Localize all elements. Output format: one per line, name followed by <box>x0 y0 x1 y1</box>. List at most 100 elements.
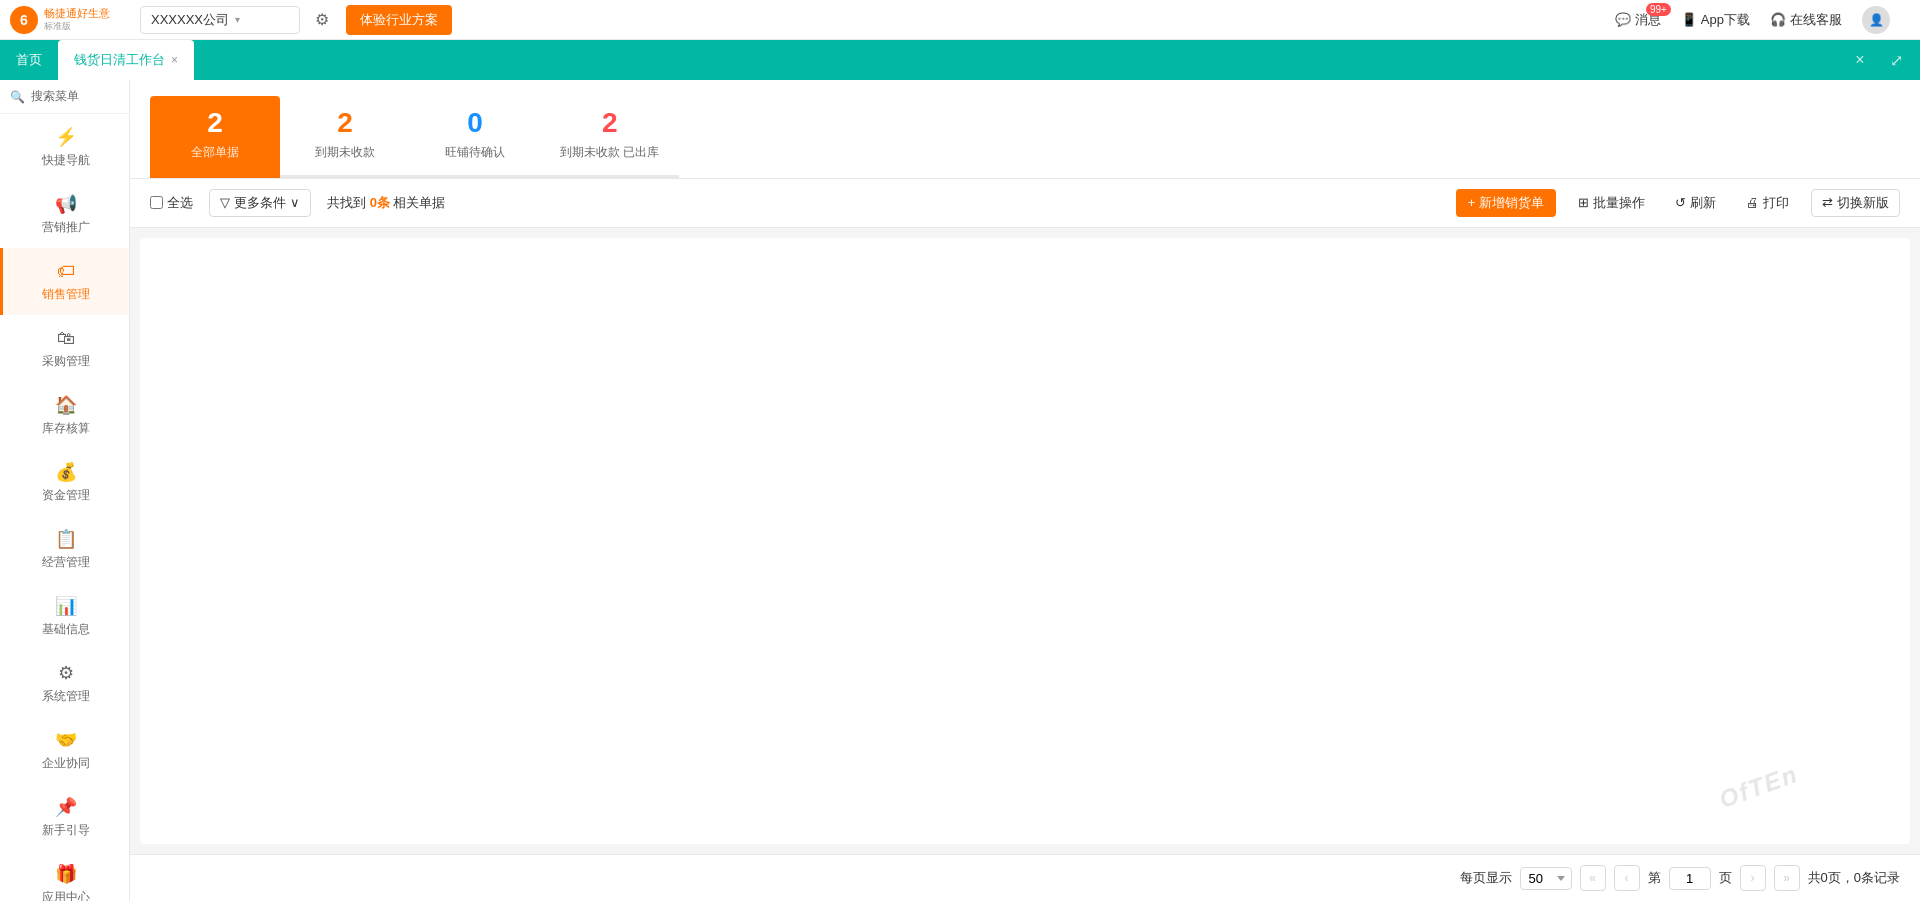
batch-operations-button[interactable]: ⊞ 批量操作 <box>1570 190 1653 216</box>
select-all-checkbox[interactable]: 全选 <box>150 194 193 212</box>
add-sales-button[interactable]: + 新增销货单 <box>1456 189 1556 217</box>
toolbar: 全选 ▽ 更多条件 ∨ 共找到 0条 相关单据 + 新增销货单 ⊞ 批量操作 ↺ <box>130 179 1920 228</box>
inventory-icon: 🏠 <box>55 394 77 416</box>
stat-label-all: 全部单据 <box>170 144 260 161</box>
sidebar-item-sales[interactable]: 🏷 销售管理 <box>0 248 129 315</box>
logo-icon: 6 <box>10 6 38 34</box>
window-close-button[interactable]: × <box>1846 46 1874 74</box>
found-prefix: 共找到 <box>327 195 366 210</box>
nav-actions: × ⤢ <box>1846 46 1920 74</box>
last-page-button[interactable]: » <box>1774 865 1800 891</box>
operations-icon: 📋 <box>55 528 77 550</box>
basics-icon: 📊 <box>55 595 77 617</box>
next-page-button[interactable]: › <box>1740 865 1766 891</box>
stat-num-unshipped: 2 <box>560 106 659 140</box>
print-button[interactable]: 🖨 打印 <box>1738 190 1797 216</box>
sidebar-label-basics: 基础信息 <box>42 621 90 638</box>
nav-tabs: 首页 钱货日清工作台 × × ⤢ <box>0 40 1920 80</box>
sidebar-label-system: 系统管理 <box>42 688 90 705</box>
headset-icon: 🎧 <box>1770 12 1786 27</box>
sidebar-item-finance[interactable]: 💰 资金管理 <box>0 449 129 516</box>
stat-card-overdue-unshipped[interactable]: 2 到期未收款 已出库 <box>540 96 679 178</box>
sidebar-label-enterprise: 企业协同 <box>42 755 90 772</box>
header-right: 💬 消息 99+ 📱 App下载 🎧 在线客服 👤 <box>1615 6 1910 34</box>
filter-arrow-icon: ∨ <box>290 195 300 210</box>
top-header: 6 畅捷通好生意 标准版 XXXXXX公司 ▾ ⚙ 体验行业方案 💬 消息 99… <box>0 0 1920 40</box>
batch-icon: ⊞ <box>1578 195 1589 210</box>
stat-num-pending: 0 <box>430 106 520 140</box>
app-download-item[interactable]: 📱 App下载 <box>1681 11 1750 29</box>
table-area <box>140 238 1910 844</box>
sidebar-label-finance: 资金管理 <box>42 487 90 504</box>
message-item[interactable]: 💬 消息 99+ <box>1615 11 1661 29</box>
stat-label-unshipped: 到期未收款 已出库 <box>560 144 659 161</box>
select-all-input[interactable] <box>150 196 163 209</box>
message-badge: 99+ <box>1646 3 1671 16</box>
sidebar-item-app-center[interactable]: 🎁 应用中心 <box>0 851 129 901</box>
company-arrow-icon: ▾ <box>235 14 240 25</box>
online-service-label: 在线客服 <box>1790 11 1842 29</box>
tab-home[interactable]: 首页 <box>0 40 58 80</box>
page-input[interactable] <box>1669 867 1711 890</box>
enterprise-icon: 🤝 <box>55 729 77 751</box>
sidebar-item-operations[interactable]: 📋 经营管理 <box>0 516 129 583</box>
active-tab-label: 钱货日清工作台 <box>74 51 165 69</box>
sidebar-label-inventory: 库存核算 <box>42 420 90 437</box>
sidebar-label-operations: 经营管理 <box>42 554 90 571</box>
sidebar-item-system[interactable]: ⚙ 系统管理 <box>0 650 129 717</box>
logo-area: 6 畅捷通好生意 标准版 <box>10 6 140 34</box>
page-label: 第 <box>1648 869 1661 887</box>
tab-close-icon[interactable]: × <box>171 53 178 67</box>
select-all-label: 全选 <box>167 194 193 212</box>
sidebar-item-marketing[interactable]: 📢 营销推广 <box>0 181 129 248</box>
batch-label: 批量操作 <box>1593 194 1645 212</box>
logo-badge: 标准版 <box>44 20 110 33</box>
stat-card-all[interactable]: 2 全部单据 <box>150 96 280 178</box>
sidebar-label-purchase: 采购管理 <box>42 353 90 370</box>
sidebar-item-enterprise[interactable]: 🤝 企业协同 <box>0 717 129 784</box>
company-selector[interactable]: XXXXXX公司 ▾ <box>140 6 300 34</box>
sidebar-item-newbie[interactable]: 📌 新手引导 <box>0 784 129 851</box>
print-label: 打印 <box>1763 194 1789 212</box>
marketing-icon: 📢 <box>55 193 77 215</box>
company-name: XXXXXX公司 <box>151 11 229 29</box>
found-count: 0条 <box>370 195 390 210</box>
finance-icon: 💰 <box>55 461 77 483</box>
sidebar-label-newbie: 新手引导 <box>42 822 90 839</box>
quick-nav-icon: ⚡ <box>55 126 77 148</box>
search-icon: 🔍 <box>10 90 25 104</box>
sidebar-item-inventory[interactable]: 🏠 库存核算 <box>0 382 129 449</box>
newbie-icon: 📌 <box>55 796 77 818</box>
switch-version-button[interactable]: ⇄ 切换新版 <box>1811 189 1900 217</box>
first-page-button[interactable]: « <box>1580 865 1606 891</box>
main-layout: 🔍 搜索菜单 ⚡ 快捷导航 📢 营销推广 🏷 销售管理 🛍 采购管理 🏠 库存核… <box>0 80 1920 901</box>
stat-card-overdue-unpaid[interactable]: 2 到期未收款 <box>280 96 410 178</box>
content-area: 2 全部单据 2 到期未收款 0 旺铺待确认 2 到期未收款 已出库 全选 <box>130 80 1920 901</box>
refresh-button[interactable]: ↺ 刷新 <box>1667 190 1724 216</box>
sidebar-item-quick-nav[interactable]: ⚡ 快捷导航 <box>0 114 129 181</box>
sidebar-search[interactable]: 🔍 搜索菜单 <box>0 80 129 114</box>
filter-icon: ▽ <box>220 195 230 210</box>
found-suffix: 相关单据 <box>393 195 445 210</box>
prev-page-button[interactable]: ‹ <box>1614 865 1640 891</box>
sidebar-item-purchase[interactable]: 🛍 采购管理 <box>0 315 129 382</box>
online-service-item[interactable]: 🎧 在线客服 <box>1770 11 1842 29</box>
system-icon: ⚙ <box>55 662 77 684</box>
pagination: 每页显示 10 20 50 100 « ‹ 第 页 › » 共0页，0条记录 <box>130 854 1920 901</box>
sidebar-item-basics[interactable]: 📊 基础信息 <box>0 583 129 650</box>
toolbar-right: + 新增销货单 ⊞ 批量操作 ↺ 刷新 🖨 打印 ⇄ 切换新版 <box>1456 189 1900 217</box>
switch-label: 切换新版 <box>1837 194 1889 212</box>
avatar[interactable]: 👤 <box>1862 6 1890 34</box>
try-industry-button[interactable]: 体验行业方案 <box>346 5 452 35</box>
settings-button[interactable]: ⚙ <box>308 6 336 34</box>
window-expand-button[interactable]: ⤢ <box>1882 46 1910 74</box>
per-page-select[interactable]: 10 20 50 100 <box>1520 867 1572 890</box>
stat-card-pending-confirm[interactable]: 0 旺铺待确认 <box>410 96 540 178</box>
filter-button[interactable]: ▽ 更多条件 ∨ <box>209 189 311 217</box>
tab-active[interactable]: 钱货日清工作台 × <box>58 40 194 80</box>
stat-num-overdue: 2 <box>300 106 390 140</box>
page-suffix: 页 <box>1719 869 1732 887</box>
app-download-icon: 📱 <box>1681 12 1697 27</box>
sales-icon: 🏷 <box>55 260 77 282</box>
sidebar-label-app-center: 应用中心 <box>42 889 90 901</box>
